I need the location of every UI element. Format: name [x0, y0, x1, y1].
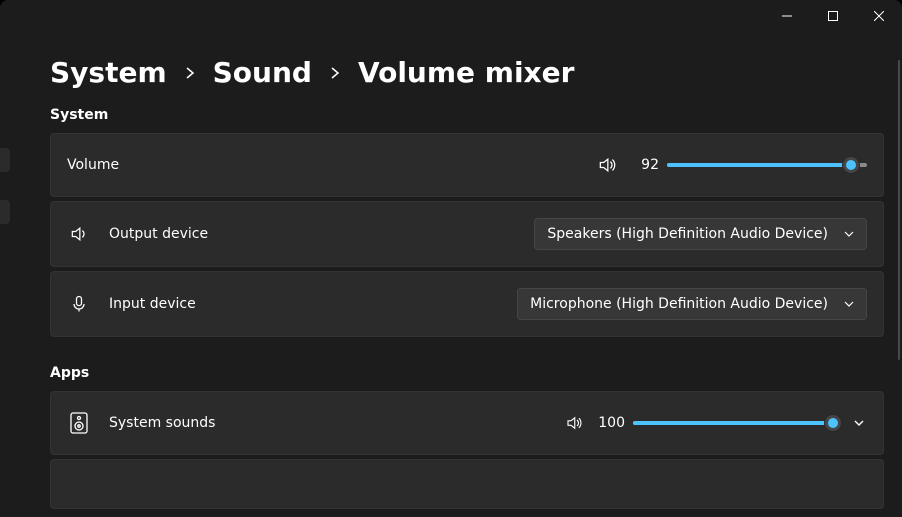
- speaker-icon[interactable]: [597, 155, 617, 175]
- maximize-icon: [828, 11, 838, 21]
- minimize-button[interactable]: [764, 0, 810, 32]
- expand-button[interactable]: [851, 417, 867, 429]
- volume-slider[interactable]: [667, 155, 867, 175]
- speaker-icon: [67, 224, 91, 244]
- chevron-down-icon: [844, 229, 854, 239]
- input-device-dropdown[interactable]: Microphone (High Definition Audio Device…: [517, 288, 867, 320]
- input-device-label: Input device: [109, 296, 196, 312]
- output-device-dropdown[interactable]: Speakers (High Definition Audio Device): [534, 218, 867, 250]
- microphone-icon: [67, 294, 91, 314]
- volume-value: 92: [629, 157, 659, 173]
- chevron-right-icon: [185, 66, 195, 80]
- breadcrumb: System Sound Volume mixer: [50, 56, 884, 89]
- scrollbar[interactable]: [898, 60, 900, 360]
- chevron-right-icon: [330, 66, 340, 80]
- maximize-button[interactable]: [810, 0, 856, 32]
- cropped-nav-item: [0, 148, 10, 172]
- system-sounds-slider[interactable]: [633, 413, 833, 433]
- page-title: Volume mixer: [358, 56, 574, 89]
- input-device-selected: Microphone (High Definition Audio Device…: [530, 296, 828, 312]
- cropped-nav-item: [0, 200, 10, 224]
- close-icon: [874, 11, 884, 21]
- speaker-device-icon: [67, 412, 91, 434]
- output-device-row: Output device Speakers (High Definition …: [50, 201, 884, 267]
- speaker-icon[interactable]: [565, 414, 583, 432]
- partial-row: .: [50, 459, 884, 509]
- system-sounds-label: System sounds: [109, 415, 215, 431]
- chevron-down-icon: [853, 417, 865, 429]
- input-device-row: Input device Microphone (High Definition…: [50, 271, 884, 337]
- section-header-apps: Apps: [50, 365, 884, 381]
- close-button[interactable]: [856, 0, 902, 32]
- breadcrumb-sound[interactable]: Sound: [213, 56, 312, 89]
- minimize-icon: [782, 11, 792, 21]
- chevron-down-icon: [844, 299, 854, 309]
- volume-row: Volume 92: [50, 133, 884, 197]
- system-sounds-value: 100: [595, 415, 625, 431]
- volume-label: Volume: [67, 157, 119, 173]
- output-device-selected: Speakers (High Definition Audio Device): [547, 226, 828, 242]
- output-device-label: Output device: [109, 226, 208, 242]
- section-header-system: System: [50, 107, 884, 123]
- breadcrumb-system[interactable]: System: [50, 56, 167, 89]
- system-sounds-row: System sounds 100: [50, 391, 884, 455]
